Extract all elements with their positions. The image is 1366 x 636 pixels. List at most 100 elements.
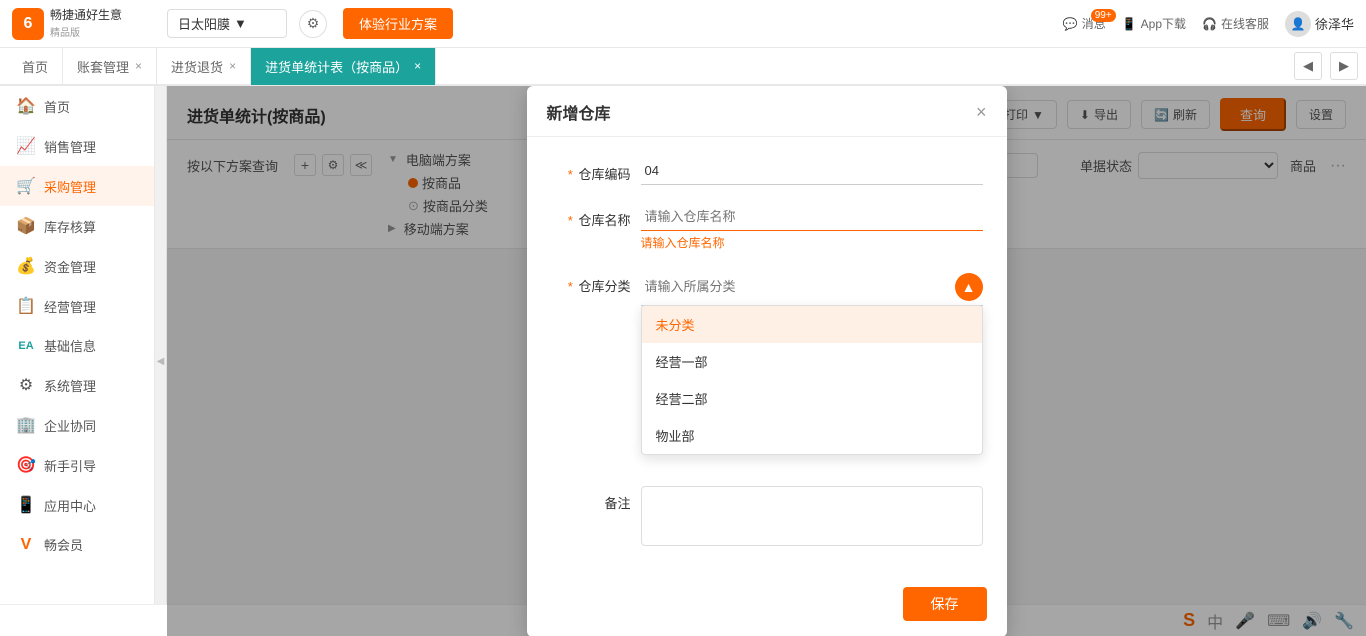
sidebar-item-membership[interactable]: V 畅会员 — [0, 525, 154, 564]
appcenter-icon: 📱 — [16, 495, 36, 515]
trial-button[interactable]: 体验行业方案 — [343, 8, 453, 39]
enterprise-icon: 🏢 — [16, 415, 36, 435]
category-toggle-button[interactable]: ▲ — [955, 273, 983, 301]
sidebar-item-sales[interactable]: 📈 销售管理 — [0, 126, 154, 166]
tab-right-icons: ◀ ▶ — [1294, 52, 1358, 80]
sidebar-item-basic[interactable]: EA 基础信息 — [0, 326, 154, 365]
header-right: 💬 消息 99+ 📱 App下载 🎧 在线客服 👤 徐泽华 — [1063, 11, 1354, 37]
message-button[interactable]: 💬 消息 99+ — [1063, 15, 1106, 32]
sidebar-appcenter-label: 应用中心 — [44, 496, 96, 515]
category-label: * 仓库分类 — [551, 269, 631, 295]
note-textarea[interactable] — [641, 486, 983, 546]
category-input[interactable] — [641, 277, 955, 296]
membership-icon: V — [16, 536, 36, 554]
avatar: 👤 — [1285, 11, 1311, 37]
tab-next-icon[interactable]: ▶ — [1330, 52, 1358, 80]
code-label: * 仓库编码 — [551, 157, 631, 183]
sales-icon: 📈 — [16, 136, 36, 156]
form-row-code: * 仓库编码 — [551, 157, 983, 185]
sidebar-item-system[interactable]: ⚙ 系统管理 — [0, 365, 154, 405]
sidebar-item-enterprise[interactable]: 🏢 企业协同 — [0, 405, 154, 445]
purchase-icon: 🛒 — [16, 176, 36, 196]
sidebar-item-home[interactable]: 🏠 首页 — [0, 86, 154, 126]
form-row-note: 备注 — [551, 486, 983, 549]
dropdown-item-property[interactable]: 物业部 — [642, 417, 982, 454]
sidebar-operations-label: 经营管理 — [44, 297, 96, 316]
chevron-down-icon: ▼ — [234, 16, 247, 31]
settings-icon[interactable]: ⚙ — [299, 10, 327, 38]
tab-prev-icon[interactable]: ◀ — [1294, 52, 1322, 80]
sidebar-item-finance[interactable]: 💰 资金管理 — [0, 246, 154, 286]
note-label: 备注 — [551, 486, 631, 512]
note-input-wrap — [641, 486, 983, 549]
dropdown-item-dept2[interactable]: 经营二部 — [642, 380, 982, 417]
tab-purchase-stats-label: 进货单统计表（按商品） — [265, 57, 408, 76]
modal-title: 新增仓库 — [547, 100, 611, 124]
sidebar-item-appcenter[interactable]: 📱 应用中心 — [0, 485, 154, 525]
logo-area: 6 畅捷通好生意 精品版 — [12, 8, 167, 40]
tab-purchase-stats-close[interactable]: × — [414, 59, 421, 73]
logo-text: 畅捷通好生意 — [50, 8, 122, 24]
sidebar-handle[interactable]: ◀ — [155, 86, 167, 636]
dropdown-item-unclassified[interactable]: 未分类 — [642, 306, 982, 343]
user-info[interactable]: 👤 徐泽华 — [1285, 11, 1354, 37]
sidebar-purchase-label: 采购管理 — [44, 177, 96, 196]
logo-sub: 精品版 — [50, 24, 122, 39]
headset-icon: 🎧 — [1202, 17, 1217, 31]
form-row-category: * 仓库分类 ▲ 未分类 经营一部 经营二部 — [551, 269, 983, 306]
inventory-icon: 📦 — [16, 216, 36, 236]
finance-icon: 💰 — [16, 256, 36, 276]
sidebar-system-label: 系统管理 — [44, 376, 96, 395]
tab-home[interactable]: 首页 — [8, 47, 63, 85]
sidebar-item-inventory[interactable]: 📦 库存核算 — [0, 206, 154, 246]
sidebar-membership-label: 畅会员 — [44, 535, 83, 554]
home-icon: 🏠 — [16, 96, 36, 116]
online-service-button[interactable]: 🎧 在线客服 — [1202, 15, 1269, 32]
tab-purchase-return-close[interactable]: × — [229, 59, 236, 73]
modal-backdrop[interactable]: 新增仓库 × * 仓库编码 — [167, 86, 1366, 636]
category-select-wrap: ▲ 未分类 经营一部 经营二部 物业部 — [641, 269, 983, 306]
tab-home-label: 首页 — [22, 57, 48, 76]
top-header: 6 畅捷通好生意 精品版 日太阳膜 ▼ ⚙ 体验行业方案 💬 消息 99+ 📱 … — [0, 0, 1366, 48]
main-layout: 🏠 首页 📈 销售管理 🛒 采购管理 📦 库存核算 💰 资金管理 📋 经营管理 … — [0, 86, 1366, 636]
message-icon: 💬 — [1063, 17, 1078, 31]
sidebar-inventory-label: 库存核算 — [44, 217, 96, 236]
warehouse-code-input[interactable] — [641, 157, 983, 185]
sidebar-item-operations[interactable]: 📋 经营管理 — [0, 286, 154, 326]
tab-purchase-stats[interactable]: 进货单统计表（按商品） × — [251, 47, 436, 85]
modal-close-button[interactable]: × — [976, 103, 987, 121]
tab-accounts-close[interactable]: × — [135, 59, 142, 73]
header-actions: ⚙ 体验行业方案 — [299, 8, 453, 39]
tab-purchase-return-label: 进货退货 — [171, 57, 223, 76]
modal-header: 新增仓库 × — [527, 86, 1007, 137]
tab-purchase-return[interactable]: 进货退货 × — [157, 47, 251, 85]
message-badge: 99+ — [1091, 9, 1116, 22]
form-row-name: * 仓库名称 请输入仓库名称 — [551, 203, 983, 251]
warehouse-name-input[interactable] — [641, 203, 983, 231]
tab-bar: 首页 账套管理 × 进货退货 × 进货单统计表（按商品） × ◀ ▶ — [0, 48, 1366, 86]
store-name: 日太阳膜 — [178, 14, 230, 33]
tab-accounts-label: 账套管理 — [77, 57, 129, 76]
sidebar-sales-label: 销售管理 — [44, 137, 96, 156]
category-input-row: ▲ — [641, 269, 983, 306]
modal-footer: 保存 — [527, 577, 1007, 636]
app-logo: 6 — [12, 8, 44, 40]
code-input-wrap — [641, 157, 983, 185]
sidebar-item-guide[interactable]: 🎯 新手引导 — [0, 445, 154, 485]
sidebar-basic-label: 基础信息 — [44, 336, 96, 355]
sidebar: 🏠 首页 📈 销售管理 🛒 采购管理 📦 库存核算 💰 资金管理 📋 经营管理 … — [0, 86, 155, 636]
tab-accounts[interactable]: 账套管理 × — [63, 47, 157, 85]
dropdown-item-dept1[interactable]: 经营一部 — [642, 343, 982, 380]
save-button[interactable]: 保存 — [903, 587, 987, 621]
app-download-button[interactable]: 📱 App下载 — [1122, 15, 1186, 32]
store-selector[interactable]: 日太阳膜 ▼ — [167, 9, 287, 38]
name-label: * 仓库名称 — [551, 203, 631, 229]
operations-icon: 📋 — [16, 296, 36, 316]
name-error-msg: 请输入仓库名称 — [641, 234, 983, 251]
guide-icon: 🎯 — [16, 455, 36, 475]
sidebar-enterprise-label: 企业协同 — [44, 416, 96, 435]
system-icon: ⚙ — [16, 375, 36, 395]
content-area: 进货单统计(按商品) 🖨 按模板打印 ▼ ⬇ 导出 🔄 刷新 查询 设置 — [167, 86, 1366, 636]
name-input-wrap: 请输入仓库名称 — [641, 203, 983, 251]
sidebar-item-purchase[interactable]: 🛒 采购管理 — [0, 166, 154, 206]
